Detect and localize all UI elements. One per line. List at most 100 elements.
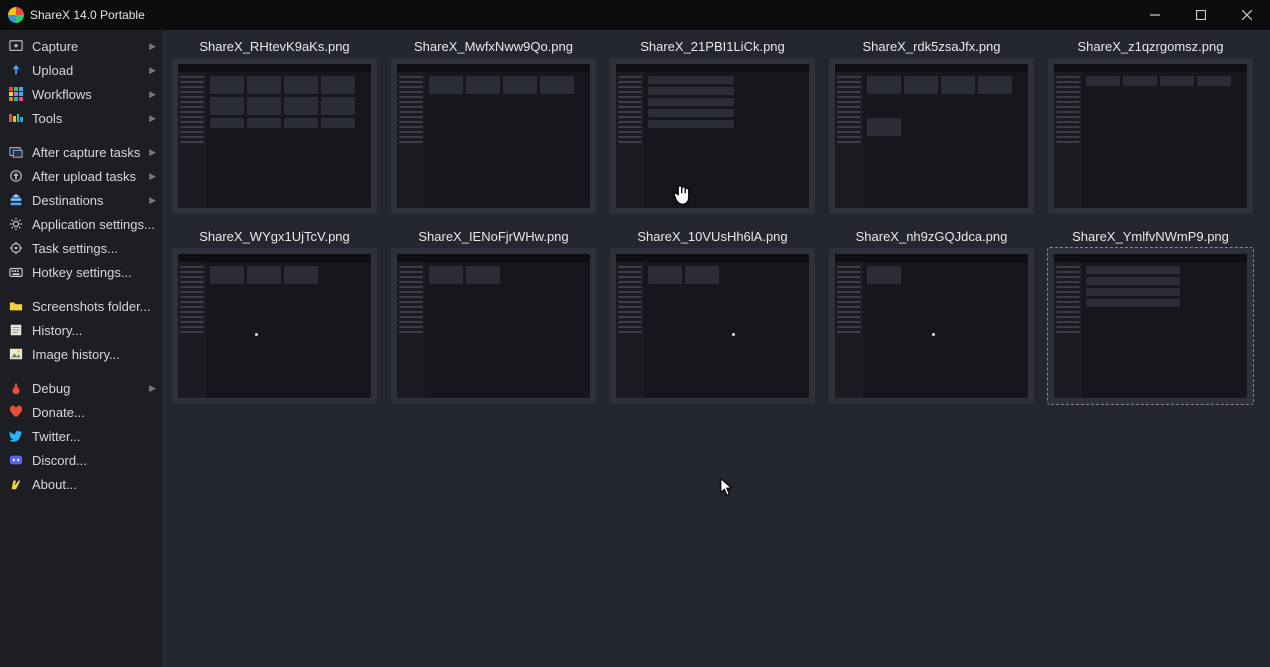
twitter-icon bbox=[8, 428, 24, 444]
main-content: ShareX_RHtevK9aKs.png ShareX_MwfxNww9Qo.p… bbox=[162, 30, 1270, 667]
folder-icon bbox=[8, 298, 24, 314]
hand-cursor-icon bbox=[674, 185, 692, 210]
thumbnail-image[interactable] bbox=[1048, 248, 1253, 404]
sidebar-item-discord[interactable]: Discord... bbox=[0, 448, 162, 472]
thumbnail-item[interactable]: ShareX_YmlfvNWmP9.png bbox=[1048, 226, 1253, 404]
thumbnail-image[interactable] bbox=[172, 58, 377, 214]
sidebar-item-label: Application settings... bbox=[32, 217, 156, 232]
thumbnail-image[interactable] bbox=[172, 248, 377, 404]
thumbnail-image[interactable] bbox=[829, 58, 1034, 214]
thumbnail-item[interactable]: ShareX_21PBI1LiCk.png bbox=[610, 36, 815, 214]
thumbnail-image[interactable] bbox=[391, 58, 596, 214]
thumbnail-label: ShareX_21PBI1LiCk.png bbox=[640, 36, 785, 58]
window-title: ShareX 14.0 Portable bbox=[30, 8, 145, 22]
minimize-button[interactable] bbox=[1132, 0, 1178, 30]
thumbnail-label: ShareX_10VUsHh6lA.png bbox=[637, 226, 787, 248]
thumbnail-grid: ShareX_RHtevK9aKs.png ShareX_MwfxNww9Qo.p… bbox=[172, 36, 1260, 404]
thumbnail-image[interactable] bbox=[610, 248, 815, 404]
sidebar-item-label: Task settings... bbox=[32, 241, 156, 256]
after-upload-icon bbox=[8, 168, 24, 184]
chevron-right-icon: ▶ bbox=[149, 89, 156, 100]
sidebar-item-upload[interactable]: Upload ▶ bbox=[0, 58, 162, 82]
destinations-icon bbox=[8, 192, 24, 208]
sidebar-item-label: Upload bbox=[32, 63, 145, 78]
sidebar-item-screenshots-folder[interactable]: Screenshots folder... bbox=[0, 294, 162, 318]
thumbnail-label: ShareX_nh9zGQJdca.png bbox=[856, 226, 1008, 248]
sidebar-item-after-capture-tasks[interactable]: After capture tasks ▶ bbox=[0, 140, 162, 164]
thumbnail-label: ShareX_z1qzrgomsz.png bbox=[1078, 36, 1224, 58]
sidebar-item-hotkey-settings[interactable]: Hotkey settings... bbox=[0, 260, 162, 284]
discord-icon bbox=[8, 452, 24, 468]
thumbnail-label: ShareX_MwfxNww9Qo.png bbox=[414, 36, 573, 58]
thumbnail-label: ShareX_YmlfvNWmP9.png bbox=[1072, 226, 1229, 248]
sidebar-item-workflows[interactable]: Workflows ▶ bbox=[0, 82, 162, 106]
chevron-right-icon: ▶ bbox=[149, 171, 156, 182]
thumbnail-item[interactable]: ShareX_IENoFjrWHw.png bbox=[391, 226, 596, 404]
thumbnail-item[interactable]: ShareX_10VUsHh6lA.png bbox=[610, 226, 815, 404]
sidebar-item-label: After capture tasks bbox=[32, 145, 145, 160]
sidebar-item-capture[interactable]: Capture ▶ bbox=[0, 34, 162, 58]
thumbnail-item[interactable]: ShareX_nh9zGQJdca.png bbox=[829, 226, 1034, 404]
thumbnail-item[interactable]: ShareX_WYgx1UjTcV.png bbox=[172, 226, 377, 404]
chevron-right-icon: ▶ bbox=[149, 383, 156, 394]
sidebar-item-label: Twitter... bbox=[32, 429, 156, 444]
history-icon bbox=[8, 322, 24, 338]
sidebar-item-label: Tools bbox=[32, 111, 145, 126]
thumbnail-label: ShareX_RHtevK9aKs.png bbox=[199, 36, 349, 58]
sidebar-item-donate[interactable]: Donate... bbox=[0, 400, 162, 424]
thumbnail-label: ShareX_WYgx1UjTcV.png bbox=[199, 226, 350, 248]
sidebar-item-debug[interactable]: Debug ▶ bbox=[0, 376, 162, 400]
sidebar-item-after-upload-tasks[interactable]: After upload tasks ▶ bbox=[0, 164, 162, 188]
sidebar-item-label: Donate... bbox=[32, 405, 156, 420]
sidebar: Capture▶Upload▶Workflows▶Tools▶After cap… bbox=[0, 30, 162, 667]
upload-icon bbox=[8, 62, 24, 78]
image-history-icon bbox=[8, 346, 24, 362]
thumbnail-image[interactable] bbox=[829, 248, 1034, 404]
chevron-right-icon: ▶ bbox=[149, 65, 156, 76]
sidebar-item-label: After upload tasks bbox=[32, 169, 145, 184]
sidebar-item-label: History... bbox=[32, 323, 156, 338]
thumbnail-item[interactable]: ShareX_MwfxNww9Qo.png bbox=[391, 36, 596, 214]
thumbnail-label: ShareX_rdk5zsaJfx.png bbox=[862, 36, 1000, 58]
menu-separator bbox=[0, 366, 162, 376]
chevron-right-icon: ▶ bbox=[149, 41, 156, 52]
sidebar-item-label: Workflows bbox=[32, 87, 145, 102]
sidebar-item-about[interactable]: About... bbox=[0, 472, 162, 496]
sidebar-item-task-settings[interactable]: Task settings... bbox=[0, 236, 162, 260]
maximize-button[interactable] bbox=[1178, 0, 1224, 30]
thumbnail-item[interactable]: ShareX_RHtevK9aKs.png bbox=[172, 36, 377, 214]
sidebar-item-label: Hotkey settings... bbox=[32, 265, 156, 280]
sharex-logo-icon bbox=[8, 7, 24, 23]
sidebar-item-application-settings[interactable]: Application settings... bbox=[0, 212, 162, 236]
chevron-right-icon: ▶ bbox=[149, 147, 156, 158]
sidebar-item-label: Discord... bbox=[32, 453, 156, 468]
workflows-icon bbox=[8, 86, 24, 102]
thumbnail-image[interactable] bbox=[1048, 58, 1253, 214]
chevron-right-icon: ▶ bbox=[149, 195, 156, 206]
sidebar-item-label: Screenshots folder... bbox=[32, 299, 156, 314]
sidebar-item-label: Destinations bbox=[32, 193, 145, 208]
sidebar-item-label: About... bbox=[32, 477, 156, 492]
sidebar-item-destinations[interactable]: Destinations ▶ bbox=[0, 188, 162, 212]
capture-icon bbox=[8, 38, 24, 54]
sidebar-item-image-history[interactable]: Image history... bbox=[0, 342, 162, 366]
titlebar[interactable]: ShareX 14.0 Portable bbox=[0, 0, 1270, 30]
sidebar-item-tools[interactable]: Tools ▶ bbox=[0, 106, 162, 130]
close-button[interactable] bbox=[1224, 0, 1270, 30]
after-capture-icon bbox=[8, 144, 24, 160]
thumbnail-item[interactable]: ShareX_rdk5zsaJfx.png bbox=[829, 36, 1034, 214]
sidebar-item-twitter[interactable]: Twitter... bbox=[0, 424, 162, 448]
sidebar-item-label: Capture bbox=[32, 39, 145, 54]
menu-separator bbox=[0, 284, 162, 294]
thumbnail-item[interactable]: ShareX_z1qzrgomsz.png bbox=[1048, 36, 1253, 214]
thumbnail-image[interactable] bbox=[391, 248, 596, 404]
sidebar-item-history[interactable]: History... bbox=[0, 318, 162, 342]
donate-icon bbox=[8, 404, 24, 420]
thumbnail-image[interactable] bbox=[610, 58, 815, 214]
settings-icon bbox=[8, 216, 24, 232]
thumbnail-label: ShareX_IENoFjrWHw.png bbox=[418, 226, 568, 248]
sidebar-item-label: Debug bbox=[32, 381, 145, 396]
hotkey-icon bbox=[8, 264, 24, 280]
chevron-right-icon: ▶ bbox=[149, 113, 156, 124]
task-settings-icon bbox=[8, 240, 24, 256]
